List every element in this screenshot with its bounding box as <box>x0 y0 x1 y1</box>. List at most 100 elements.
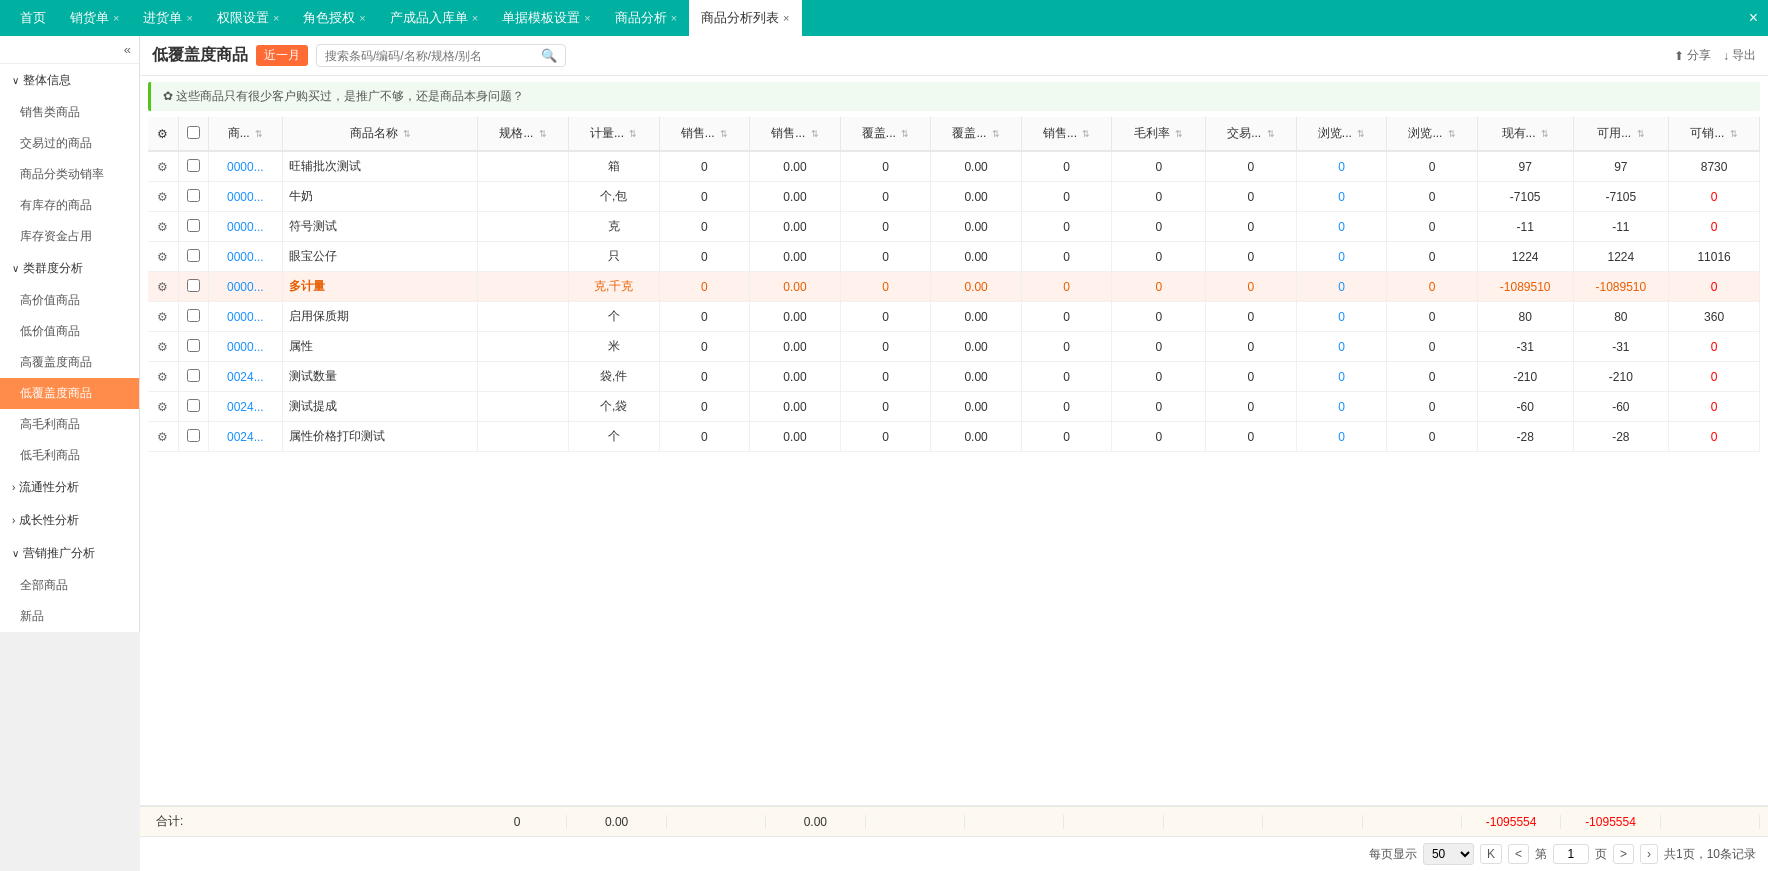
trade-column-header[interactable]: 交易... ⇅ <box>1206 117 1297 151</box>
row-checkbox[interactable] <box>178 242 208 272</box>
row-settings-icon[interactable]: ⚙ <box>148 182 178 212</box>
row-settings-icon[interactable]: ⚙ <box>148 151 178 182</box>
sidebar-item-all-goods[interactable]: 全部商品 <box>0 570 139 601</box>
row-checkbox[interactable] <box>178 422 208 452</box>
sidebar-item-low-coverage-goods[interactable]: 低覆盖度商品 <box>0 378 139 409</box>
next-page-button[interactable]: > <box>1613 844 1634 864</box>
sidebar-section-cluster-analysis[interactable]: ∨ 类群度分析 <box>0 252 139 285</box>
page-number-input[interactable] <box>1553 844 1589 864</box>
sidebar-item-high-value-goods[interactable]: 高价值商品 <box>0 285 139 316</box>
row-checkbox[interactable] <box>178 182 208 212</box>
checkbox-column-header[interactable] <box>178 117 208 151</box>
sales3-column-header[interactable]: 销售... ⇅ <box>1021 117 1112 151</box>
row-checkbox[interactable] <box>178 151 208 182</box>
view1-column-header[interactable]: 浏览... ⇅ <box>1296 117 1387 151</box>
row-checkbox[interactable] <box>178 332 208 362</box>
spec-column-header[interactable]: 规格... ⇅ <box>478 117 569 151</box>
nav-close-active-icon[interactable]: × <box>783 12 789 24</box>
nav-close-icon[interactable]: × <box>186 12 192 24</box>
search-input[interactable] <box>325 49 541 63</box>
nav-close-icon[interactable]: × <box>359 12 365 24</box>
last-page-button[interactable]: › <box>1640 844 1658 864</box>
row-view1[interactable]: 0 <box>1296 362 1387 392</box>
sidebar-item-high-coverage-goods[interactable]: 高覆盖度商品 <box>0 347 139 378</box>
nav-permission-settings[interactable]: 权限设置 × <box>205 0 291 36</box>
stock1-column-header[interactable]: 现有... ⇅ <box>1477 117 1573 151</box>
sidebar-item-low-value-goods[interactable]: 低价值商品 <box>0 316 139 347</box>
nav-finished-goods[interactable]: 产成品入库单 × <box>378 0 490 36</box>
row-view1[interactable]: 0 <box>1296 302 1387 332</box>
nav-close-icon[interactable]: × <box>113 12 119 24</box>
row-code: 0000... <box>208 302 283 332</box>
period-button[interactable]: 近一月 <box>256 45 308 66</box>
sidebar-item-in-stock-goods[interactable]: 有库存的商品 <box>0 190 139 221</box>
row-settings-icon[interactable]: ⚙ <box>148 272 178 302</box>
settings-column-header[interactable]: ⚙ <box>148 117 178 151</box>
nav-sales-order[interactable]: 销货单 × <box>58 0 131 36</box>
prev-page-button[interactable]: < <box>1508 844 1529 864</box>
sidebar-item-traded-goods[interactable]: 交易过的商品 <box>0 128 139 159</box>
row-stock1: -7105 <box>1477 182 1573 212</box>
sidebar-section-overall-info[interactable]: ∨ 整体信息 <box>0 64 139 97</box>
sidebar-item-high-margin-goods[interactable]: 高毛利商品 <box>0 409 139 440</box>
row-checkbox[interactable] <box>178 212 208 242</box>
sidebar-section-growth-analysis[interactable]: › 成长性分析 <box>0 504 139 537</box>
row-code: 0000... <box>208 151 283 182</box>
nav-home[interactable]: 首页 <box>8 0 58 36</box>
nav-purchase-order[interactable]: 进货单 × <box>131 0 204 36</box>
row-settings-icon[interactable]: ⚙ <box>148 212 178 242</box>
cover1-column-header[interactable]: 覆盖... ⇅ <box>840 117 931 151</box>
row-view1[interactable]: 0 <box>1296 242 1387 272</box>
row-checkbox[interactable] <box>178 362 208 392</box>
nav-template-settings[interactable]: 单据模板设置 × <box>490 0 602 36</box>
sellable-column-header[interactable]: 可销... ⇅ <box>1669 117 1760 151</box>
search-icon[interactable]: 🔍 <box>541 48 557 63</box>
nav-close-icon[interactable]: × <box>671 12 677 24</box>
row-settings-icon[interactable]: ⚙ <box>148 302 178 332</box>
sales-qty-column-header[interactable]: 销售... ⇅ <box>659 117 750 151</box>
cover2-column-header[interactable]: 覆盖... ⇅ <box>931 117 1022 151</box>
share-button[interactable]: ⬆ 分享 <box>1674 47 1711 64</box>
row-settings-icon[interactable]: ⚙ <box>148 422 178 452</box>
view2-column-header[interactable]: 浏览... ⇅ <box>1387 117 1478 151</box>
sidebar-collapse-button[interactable]: « <box>124 42 131 57</box>
unit-column-header[interactable]: 计量... ⇅ <box>568 117 659 151</box>
sidebar-section-marketing-analysis[interactable]: ∨ 营销推广分析 <box>0 537 139 570</box>
sidebar-item-inventory-capital[interactable]: 库存资金占用 <box>0 221 139 252</box>
sidebar-item-low-margin-goods[interactable]: 低毛利商品 <box>0 440 139 471</box>
row-settings-icon[interactable]: ⚙ <box>148 392 178 422</box>
row-view1[interactable]: 0 <box>1296 392 1387 422</box>
nav-goods-analysis[interactable]: 商品分析 × <box>603 0 689 36</box>
export-button[interactable]: ↓ 导出 <box>1723 47 1756 64</box>
stock2-column-header[interactable]: 可用... ⇅ <box>1573 117 1669 151</box>
row-view1[interactable]: 0 <box>1296 212 1387 242</box>
row-view1[interactable]: 0 <box>1296 332 1387 362</box>
row-view1[interactable]: 0 <box>1296 182 1387 212</box>
select-all-checkbox[interactable] <box>187 126 200 139</box>
name-column-header[interactable]: 商品名称 ⇅ <box>283 117 478 151</box>
sidebar-item-sales-goods[interactable]: 销售类商品 <box>0 97 139 128</box>
row-view1[interactable]: 0 <box>1296 151 1387 182</box>
row-view1[interactable]: 0 <box>1296 272 1387 302</box>
row-checkbox[interactable] <box>178 392 208 422</box>
row-settings-icon[interactable]: ⚙ <box>148 332 178 362</box>
row-checkbox[interactable] <box>178 302 208 332</box>
row-settings-icon[interactable]: ⚙ <box>148 362 178 392</box>
first-page-button[interactable]: K <box>1480 844 1502 864</box>
nav-close-icon[interactable]: × <box>472 12 478 24</box>
nav-close-icon[interactable]: × <box>584 12 590 24</box>
close-all-tabs-icon[interactable]: × <box>1749 9 1758 27</box>
code-column-header[interactable]: 商... ⇅ <box>208 117 283 151</box>
sidebar-section-liquidity-analysis[interactable]: › 流通性分析 <box>0 471 139 504</box>
nav-role-auth[interactable]: 角色授权 × <box>291 0 377 36</box>
margin-column-header[interactable]: 毛利率 ⇅ <box>1112 117 1206 151</box>
row-settings-icon[interactable]: ⚙ <box>148 242 178 272</box>
per-page-select[interactable]: 50 20 100 <box>1423 843 1474 865</box>
sidebar-item-category-turnover[interactable]: 商品分类动销率 <box>0 159 139 190</box>
row-checkbox[interactable] <box>178 272 208 302</box>
row-view1[interactable]: 0 <box>1296 422 1387 452</box>
nav-goods-analysis-list[interactable]: 商品分析列表 × <box>689 0 801 36</box>
sales-amt-column-header[interactable]: 销售... ⇅ <box>750 117 841 151</box>
sidebar-item-new-goods[interactable]: 新品 <box>0 601 139 632</box>
nav-close-icon[interactable]: × <box>273 12 279 24</box>
